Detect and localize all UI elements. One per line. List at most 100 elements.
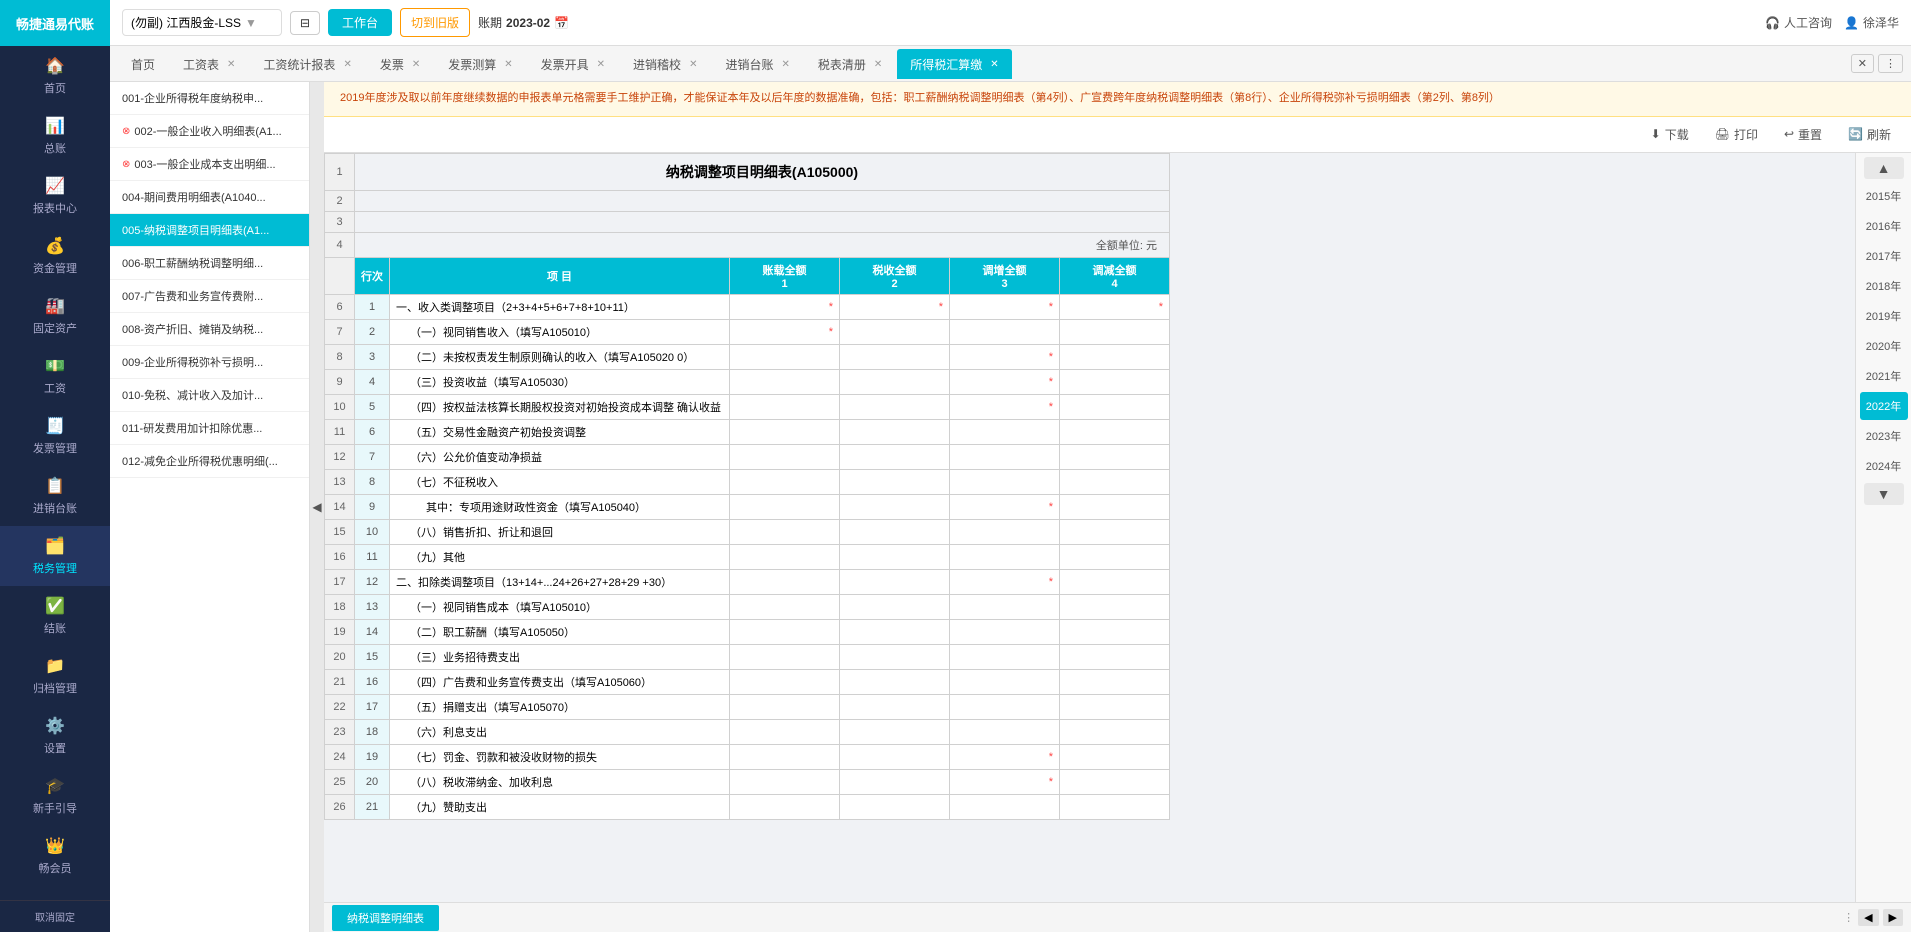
year-up-btn[interactable]: ▲ (1864, 157, 1904, 179)
tab-invoice-open-close[interactable]: ✕ (597, 59, 605, 70)
data-cell-col2[interactable] (840, 519, 950, 544)
data-cell-col1[interactable] (730, 644, 840, 669)
data-cell-col2[interactable] (840, 369, 950, 394)
data-cell-col1[interactable] (730, 469, 840, 494)
data-cell-col2[interactable] (840, 569, 950, 594)
data-cell-col1[interactable]: * (730, 294, 840, 319)
data-cell-col4[interactable] (1060, 344, 1170, 369)
scroll-right-btn[interactable]: ▶ (1883, 909, 1903, 926)
sheet-scroll[interactable]: 1 纳税调整项目明细表(A105000) 2 3 (324, 153, 1855, 902)
data-cell-col3[interactable] (950, 319, 1060, 344)
left-item-001[interactable]: 001-企业所得税年度纳税申... (110, 82, 309, 115)
data-cell-col4[interactable] (1060, 769, 1170, 794)
tab-tax-clear-close[interactable]: ✕ (874, 59, 882, 70)
sidebar-item-salary[interactable]: 💵 工资 (0, 346, 110, 406)
calendar-icon[interactable]: 📅 (554, 16, 569, 30)
data-cell-col1[interactable] (730, 719, 840, 744)
data-cell-col2[interactable] (840, 644, 950, 669)
data-cell-col1[interactable] (730, 594, 840, 619)
left-item-004[interactable]: 004-期间费用明细表(A1040... (110, 181, 309, 214)
data-cell-col3[interactable]: * (950, 344, 1060, 369)
left-item-012[interactable]: 012-减免企业所得税优惠明细(... (110, 445, 309, 478)
data-cell-col2[interactable] (840, 544, 950, 569)
data-cell-col1[interactable] (730, 669, 840, 694)
sidebar-item-settle[interactable]: ✅ 结账 (0, 586, 110, 646)
data-cell-col1[interactable] (730, 369, 840, 394)
left-item-010[interactable]: 010-免税、减计收入及加计... (110, 379, 309, 412)
left-item-007[interactable]: 007-广告费和业务宣传费附... (110, 280, 309, 313)
company-selector[interactable]: (勿副) 江西股金-LSS ▼ (122, 9, 282, 36)
data-cell-col4[interactable] (1060, 419, 1170, 444)
tab-invoice-input[interactable]: 进销稽校 ✕ (620, 49, 710, 79)
data-cell-col3[interactable]: * (950, 769, 1060, 794)
sidebar-item-settings[interactable]: ⚙️ 设置 (0, 706, 110, 766)
data-cell-col4[interactable] (1060, 594, 1170, 619)
tab-salary-stat-close[interactable]: ✕ (343, 59, 351, 70)
data-cell-col1[interactable] (730, 769, 840, 794)
data-cell-col3[interactable]: * (950, 369, 1060, 394)
data-cell-col2[interactable] (840, 744, 950, 769)
data-cell-col4[interactable] (1060, 519, 1170, 544)
data-cell-col3[interactable] (950, 419, 1060, 444)
data-cell-col4[interactable] (1060, 669, 1170, 694)
year-2018[interactable]: 2018年 (1860, 272, 1908, 300)
workspace-btn[interactable]: 工作台 (328, 9, 392, 36)
year-2019[interactable]: 2019年 (1860, 302, 1908, 330)
data-cell-col3[interactable] (950, 469, 1060, 494)
close-all-btn[interactable]: ✕ (1851, 54, 1874, 73)
sidebar-item-asset-mgmt[interactable]: 💰 资金管理 (0, 226, 110, 286)
data-cell-col3[interactable] (950, 594, 1060, 619)
year-2024[interactable]: 2024年 (1860, 452, 1908, 480)
tab-salary[interactable]: 工资表 ✕ (170, 49, 248, 79)
tab-settings-btn[interactable]: ⋮ (1878, 54, 1903, 73)
data-cell-col3[interactable] (950, 694, 1060, 719)
data-cell-col4[interactable] (1060, 369, 1170, 394)
year-2015[interactable]: 2015年 (1860, 182, 1908, 210)
data-cell-col2[interactable] (840, 619, 950, 644)
data-cell-col1[interactable] (730, 694, 840, 719)
tab-salary-close[interactable]: ✕ (227, 59, 235, 70)
tab-invoice-open[interactable]: 发票开具 ✕ (528, 49, 618, 79)
data-cell-col4[interactable] (1060, 744, 1170, 769)
data-cell-col2[interactable] (840, 794, 950, 819)
data-cell-col3[interactable]: * (950, 394, 1060, 419)
year-2023[interactable]: 2023年 (1860, 422, 1908, 450)
data-cell-col4[interactable] (1060, 494, 1170, 519)
sidebar-item-invoice-mgmt[interactable]: 🧾 发票管理 (0, 406, 110, 466)
data-cell-col3[interactable] (950, 444, 1060, 469)
data-cell-col3[interactable] (950, 619, 1060, 644)
data-cell-col1[interactable] (730, 394, 840, 419)
data-cell-col1[interactable] (730, 344, 840, 369)
data-cell-col1[interactable] (730, 519, 840, 544)
left-item-006[interactable]: 006-职工薪酬纳税调整明细... (110, 247, 309, 280)
data-cell-col2[interactable]: * (840, 294, 950, 319)
data-cell-col4[interactable] (1060, 569, 1170, 594)
sidebar-item-tax-mgmt[interactable]: 🗂️ 税务管理 (0, 526, 110, 586)
tab-invoice-ledger[interactable]: 进销台账 ✕ (712, 49, 802, 79)
year-2022[interactable]: 2022年 (1860, 392, 1908, 420)
data-cell-col2[interactable] (840, 419, 950, 444)
refresh-btn[interactable]: 🔄 刷新 (1840, 123, 1899, 146)
sidebar-item-home[interactable]: 🏠 首页 (0, 46, 110, 106)
unpin-btn[interactable]: 取消固定 (0, 900, 110, 932)
copy-btn[interactable]: ⊟ (290, 11, 320, 35)
tab-invoice-calc-close[interactable]: ✕ (504, 59, 512, 70)
data-cell-col1[interactable] (730, 744, 840, 769)
sidebar-item-fixed-asset[interactable]: 🏭 固定资产 (0, 286, 110, 346)
left-item-011[interactable]: 011-研发费用加计扣除优惠... (110, 412, 309, 445)
tab-tax-clear[interactable]: 税表清册 ✕ (805, 49, 895, 79)
year-2016[interactable]: 2016年 (1860, 212, 1908, 240)
data-cell-col4[interactable] (1060, 694, 1170, 719)
data-cell-col4[interactable] (1060, 444, 1170, 469)
sidebar-item-ledger[interactable]: 📊 总账 (0, 106, 110, 166)
data-cell-col2[interactable] (840, 394, 950, 419)
data-cell-col3[interactable] (950, 719, 1060, 744)
tab-invoice-input-close[interactable]: ✕ (689, 59, 697, 70)
left-item-002[interactable]: ⊗ 002-一般企业收入明细表(A1... (110, 115, 309, 148)
data-cell-col2[interactable] (840, 319, 950, 344)
tab-income-tax-close[interactable]: ✕ (990, 59, 998, 70)
sidebar-item-archive[interactable]: 📁 归档管理 (0, 646, 110, 706)
data-cell-col4[interactable] (1060, 469, 1170, 494)
data-cell-col2[interactable] (840, 469, 950, 494)
left-item-003[interactable]: ⊗ 003-一般企业成本支出明细... (110, 148, 309, 181)
